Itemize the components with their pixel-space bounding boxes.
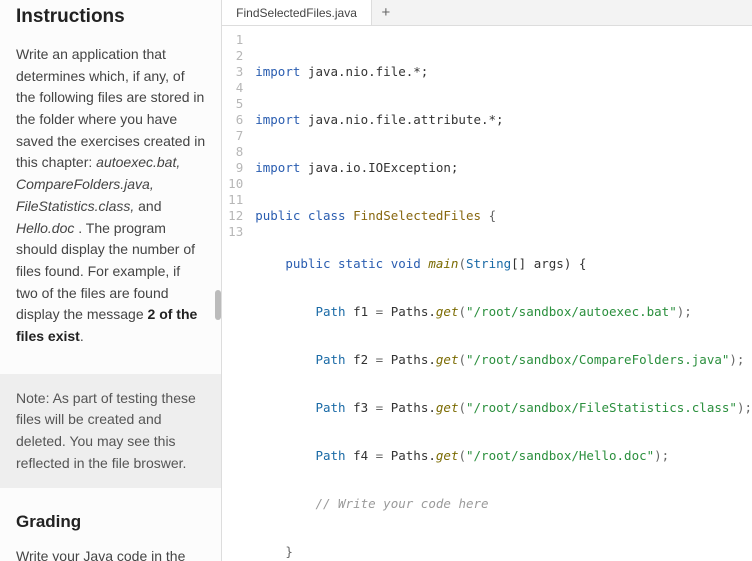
grading-heading: Grading	[16, 512, 205, 532]
instructions-paragraph-1: Write an application that determines whi…	[16, 44, 205, 348]
file-hello-italic: Hello.doc	[16, 220, 74, 236]
code-editor[interactable]: 1 2 3 4 5 6 7 8 9 10 11 12 13 import jav…	[222, 26, 752, 561]
note-box: Note: As part of testing these files wil…	[0, 374, 221, 489]
line-number-gutter: 1 2 3 4 5 6 7 8 9 10 11 12 13	[222, 26, 251, 561]
instructions-heading: Instructions	[16, 6, 205, 28]
code-line: Path f1 = Paths.get("/root/sandbox/autoe…	[255, 304, 752, 320]
code-line: public static void main(String[] args) {	[255, 256, 752, 272]
code-line: import java.io.IOException;	[255, 160, 752, 176]
editor-tab-bar: FindSelectedFiles.java +	[222, 0, 752, 26]
code-line: public class FindSelectedFiles {	[255, 208, 752, 224]
code-line: import java.nio.file.attribute.*;	[255, 112, 752, 128]
code-line: Path f2 = Paths.get("/root/sandbox/Compa…	[255, 352, 752, 368]
code-line: // Write your code here	[255, 496, 752, 512]
code-area[interactable]: import java.nio.file.*; import java.nio.…	[251, 26, 752, 561]
scrollbar-thumb[interactable]	[215, 290, 221, 320]
editor-panel: FindSelectedFiles.java + 1 2 3 4 5 6 7 8…	[222, 0, 752, 561]
tab-findselectedfiles[interactable]: FindSelectedFiles.java	[222, 0, 372, 25]
code-line: Path f3 = Paths.get("/root/sandbox/FileS…	[255, 400, 752, 416]
instructions-panel: Instructions Write an application that d…	[0, 0, 222, 561]
code-line: }	[255, 544, 752, 560]
new-tab-button[interactable]: +	[372, 0, 400, 25]
code-line: import java.nio.file.*;	[255, 64, 752, 80]
code-line: Path f4 = Paths.get("/root/sandbox/Hello…	[255, 448, 752, 464]
grading-paragraph-1: Write your Java code in the area on the …	[16, 546, 205, 561]
